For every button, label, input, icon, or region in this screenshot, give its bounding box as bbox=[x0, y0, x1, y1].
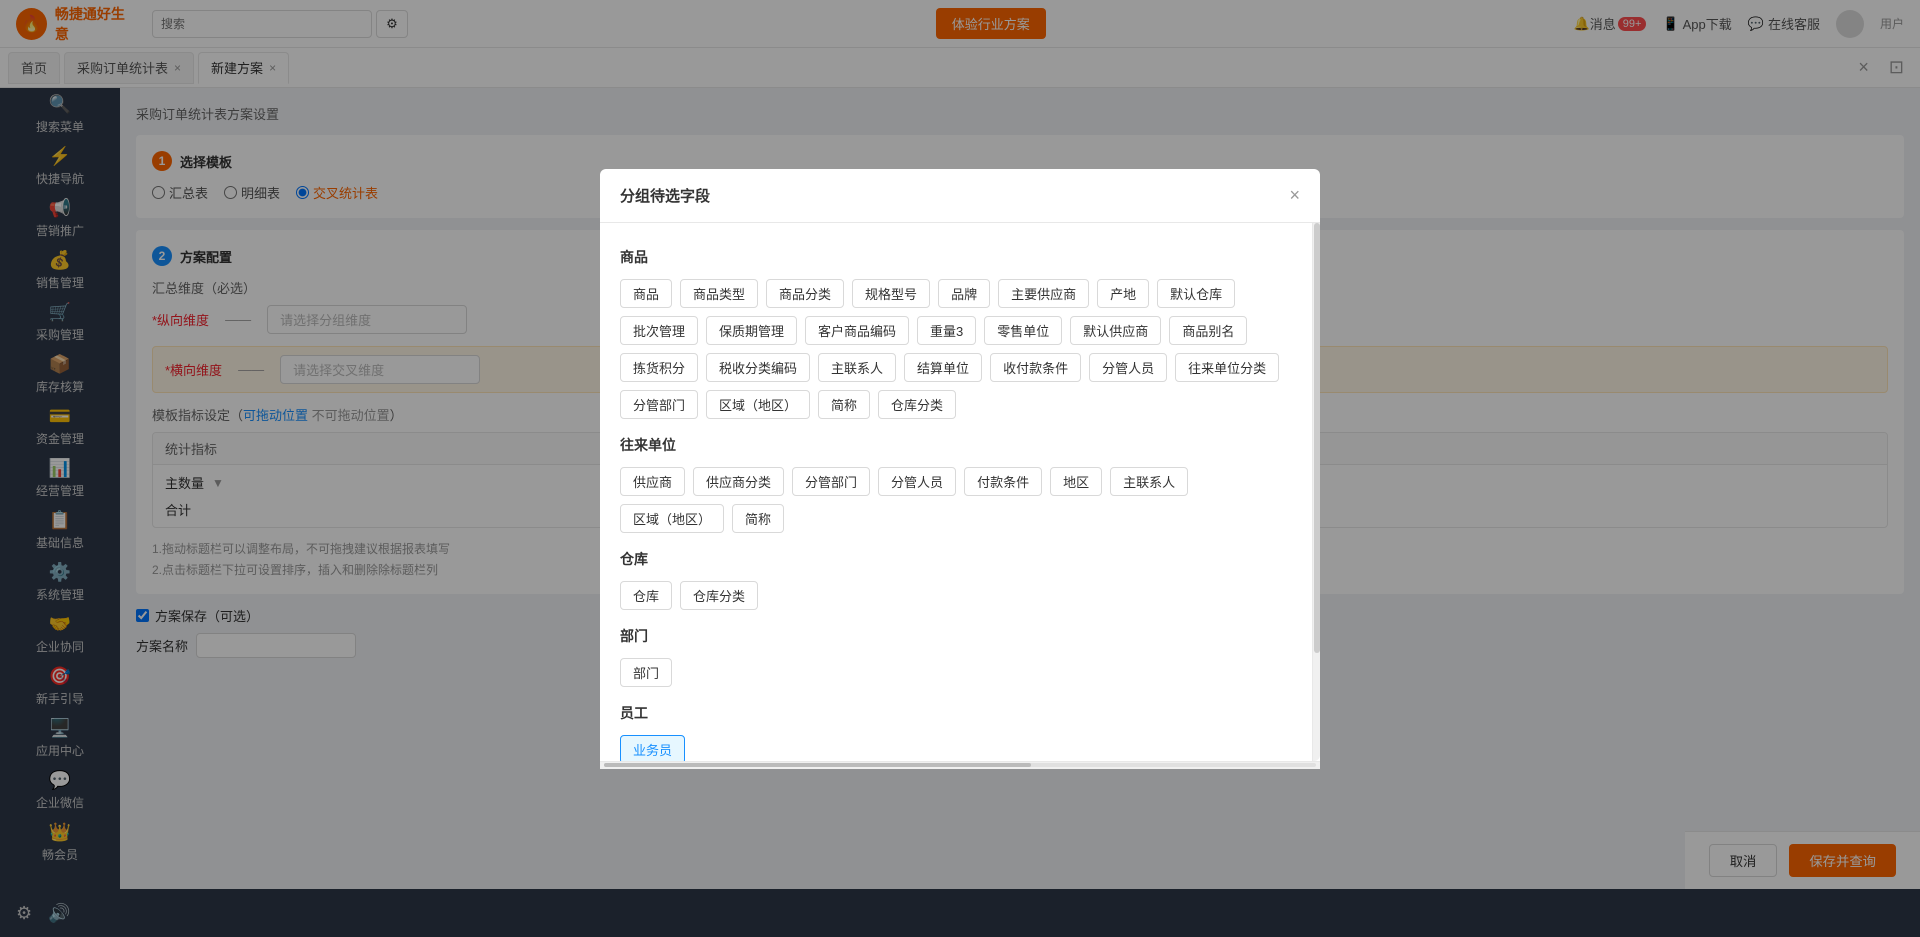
field-tag[interactable]: 默认仓库 bbox=[1157, 279, 1235, 308]
field-tag-employee[interactable]: 业务员 bbox=[620, 735, 685, 761]
field-tag[interactable]: 区域（地区） bbox=[620, 504, 724, 533]
field-tag[interactable]: 客户商品编码 bbox=[805, 316, 909, 345]
field-tag[interactable]: 商品分类 bbox=[766, 279, 844, 308]
fields-grid-dept: 部门 bbox=[620, 658, 1292, 687]
field-tag[interactable]: 商品别名 bbox=[1169, 316, 1247, 345]
section-title-dept: 部门 bbox=[620, 626, 1292, 646]
field-tag[interactable]: 拣货积分 bbox=[620, 353, 698, 382]
field-tag[interactable]: 结算单位 bbox=[904, 353, 982, 382]
section-title-warehouse: 仓库 bbox=[620, 549, 1292, 569]
fields-grid-warehouse: 仓库 仓库分类 bbox=[620, 581, 1292, 610]
field-tag[interactable]: 默认供应商 bbox=[1070, 316, 1161, 345]
field-tag[interactable]: 规格型号 bbox=[852, 279, 930, 308]
field-tag[interactable]: 商品 bbox=[620, 279, 672, 308]
field-tag[interactable]: 分管人员 bbox=[878, 467, 956, 496]
modal-overlay: 分组待选字段 × 商品 商品 商品类型 商品分类 规格型号 品牌 主要供应商 产… bbox=[0, 0, 1920, 937]
modal-hscrollbar[interactable] bbox=[600, 761, 1320, 769]
field-tag[interactable]: 零售单位 bbox=[984, 316, 1062, 345]
field-tag[interactable]: 税收分类编码 bbox=[706, 353, 810, 382]
field-tag[interactable]: 保质期管理 bbox=[706, 316, 797, 345]
modal-close-button[interactable]: × bbox=[1289, 185, 1300, 206]
field-tag[interactable]: 简称 bbox=[818, 390, 870, 419]
field-tag[interactable]: 地区 bbox=[1050, 467, 1102, 496]
fields-grid-employee: 业务员 bbox=[620, 735, 1292, 761]
field-tag[interactable]: 产地 bbox=[1097, 279, 1149, 308]
section-title-employee: 员工 bbox=[620, 703, 1292, 723]
fields-grid-partner: 供应商 供应商分类 分管部门 分管人员 付款条件 地区 主联系人 区域（地区） … bbox=[620, 467, 1292, 533]
field-tag[interactable]: 部门 bbox=[620, 658, 672, 687]
modal-body: 商品 商品 商品类型 商品分类 规格型号 品牌 主要供应商 产地 默认仓库 批次… bbox=[600, 223, 1312, 761]
fields-grid-product: 商品 商品类型 商品分类 规格型号 品牌 主要供应商 产地 默认仓库 批次管理 … bbox=[620, 279, 1292, 419]
field-select-modal: 分组待选字段 × 商品 商品 商品类型 商品分类 规格型号 品牌 主要供应商 产… bbox=[600, 169, 1320, 769]
modal-header: 分组待选字段 × bbox=[600, 169, 1320, 223]
field-tag[interactable]: 商品类型 bbox=[680, 279, 758, 308]
field-tag[interactable]: 主要供应商 bbox=[998, 279, 1089, 308]
field-tag[interactable]: 仓库 bbox=[620, 581, 672, 610]
field-tag[interactable]: 简称 bbox=[732, 504, 784, 533]
modal-vscroll-thumb bbox=[1314, 223, 1320, 653]
hscroll-thumb bbox=[604, 763, 1031, 767]
section-title-partner: 往来单位 bbox=[620, 435, 1292, 455]
field-tag[interactable]: 付款条件 bbox=[964, 467, 1042, 496]
field-tag[interactable]: 分管部门 bbox=[792, 467, 870, 496]
field-tag[interactable]: 分管部门 bbox=[620, 390, 698, 419]
field-tag[interactable]: 主联系人 bbox=[818, 353, 896, 382]
modal-vscrollbar[interactable] bbox=[1312, 223, 1320, 761]
field-tag[interactable]: 区域（地区） bbox=[706, 390, 810, 419]
field-tag[interactable]: 分管人员 bbox=[1089, 353, 1167, 382]
field-tag[interactable]: 仓库分类 bbox=[680, 581, 758, 610]
field-tag[interactable]: 往来单位分类 bbox=[1175, 353, 1279, 382]
field-tag[interactable]: 批次管理 bbox=[620, 316, 698, 345]
field-tag[interactable]: 主联系人 bbox=[1110, 467, 1188, 496]
modal-title: 分组待选字段 bbox=[620, 185, 710, 206]
field-tag[interactable]: 收付款条件 bbox=[990, 353, 1081, 382]
hscroll-track bbox=[604, 763, 1316, 767]
section-title-product: 商品 bbox=[620, 247, 1292, 267]
field-tag[interactable]: 供应商 bbox=[620, 467, 685, 496]
field-tag[interactable]: 品牌 bbox=[938, 279, 990, 308]
field-tag[interactable]: 重量3 bbox=[917, 316, 976, 345]
field-tag[interactable]: 仓库分类 bbox=[878, 390, 956, 419]
field-tag[interactable]: 供应商分类 bbox=[693, 467, 784, 496]
